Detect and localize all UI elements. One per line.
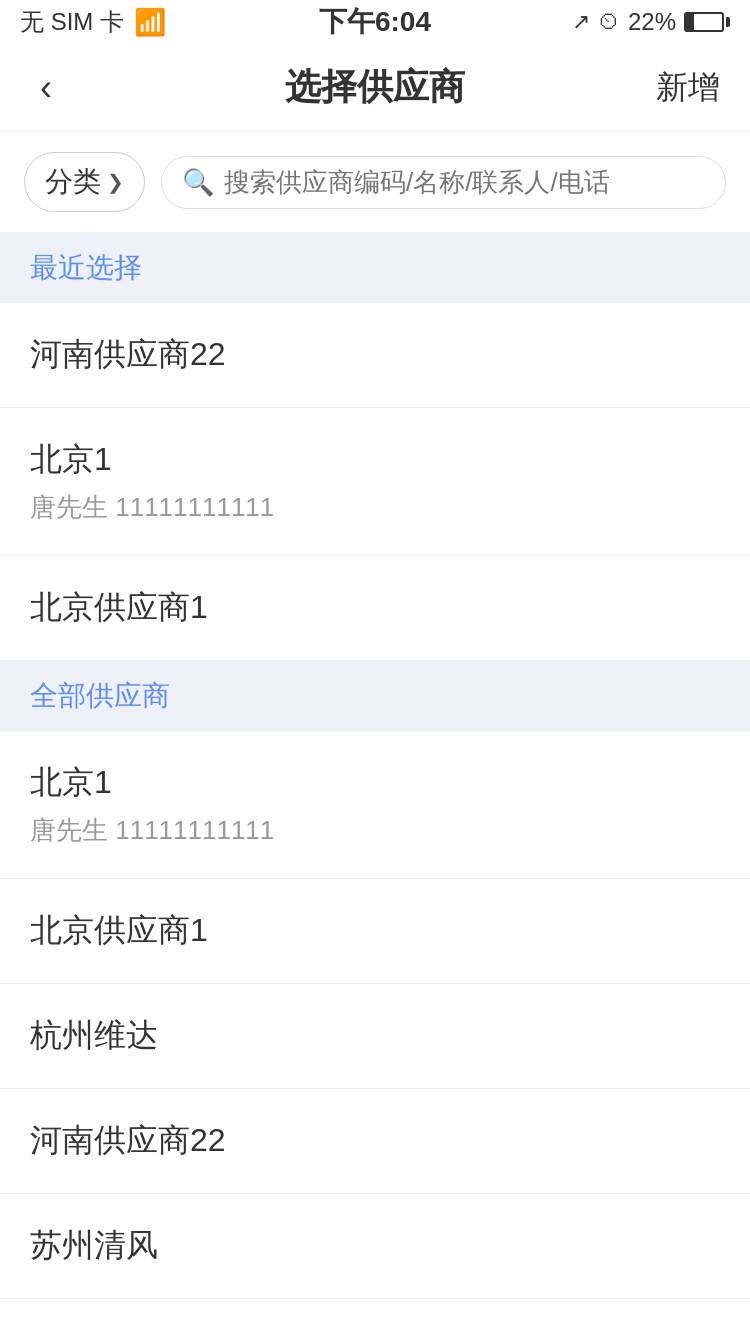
page-title: 选择供应商 bbox=[285, 63, 465, 112]
all-items-list: 北京1 唐先生 11111111111 北京供应商1 杭州维达 河南供应商22 … bbox=[0, 731, 750, 1299]
all-list-item[interactable]: 苏州清风 bbox=[0, 1194, 750, 1299]
recent-section-header: 最近选择 bbox=[0, 233, 750, 303]
battery-icon bbox=[684, 12, 730, 32]
item-name: 苏州清风 bbox=[30, 1224, 720, 1268]
all-section-label: 全部供应商 bbox=[30, 680, 170, 711]
battery-percent: 22% bbox=[628, 8, 676, 36]
chevron-right-icon: ❯ bbox=[107, 170, 124, 194]
item-name: 河南供应商22 bbox=[30, 1119, 720, 1163]
add-button[interactable]: 新增 bbox=[656, 66, 720, 110]
all-list-item[interactable]: 杭州维达 bbox=[0, 984, 750, 1089]
status-left: 无 SIM 卡 📶 bbox=[20, 6, 166, 38]
item-sub: 唐先生 11111111111 bbox=[30, 490, 720, 525]
all-list-item[interactable]: 北京1 唐先生 11111111111 bbox=[0, 731, 750, 879]
search-icon: 🔍 bbox=[182, 167, 214, 198]
item-name: 北京供应商1 bbox=[30, 586, 720, 630]
status-right: ↗ ⏲ 22% bbox=[572, 8, 730, 36]
recent-list-item[interactable]: 河南供应商22 bbox=[0, 303, 750, 408]
all-list-item[interactable]: 北京供应商1 bbox=[0, 879, 750, 984]
back-button[interactable]: ‹ bbox=[30, 57, 62, 119]
item-name: 杭州维达 bbox=[30, 1014, 720, 1058]
status-bar: 无 SIM 卡 📶 下午6:04 ↗ ⏲ 22% bbox=[0, 0, 750, 44]
item-name: 北京1 bbox=[30, 438, 720, 482]
all-section-header: 全部供应商 bbox=[0, 661, 750, 731]
sim-label: 无 SIM 卡 bbox=[20, 6, 124, 38]
search-input[interactable] bbox=[224, 167, 705, 198]
item-name: 北京1 bbox=[30, 761, 720, 805]
item-sub: 唐先生 11111111111 bbox=[30, 813, 720, 848]
item-name: 河南供应商22 bbox=[30, 333, 720, 377]
item-name: 北京供应商1 bbox=[30, 909, 720, 953]
recent-list-item[interactable]: 北京1 唐先生 11111111111 bbox=[0, 408, 750, 556]
nav-bar: ‹ 选择供应商 新增 bbox=[0, 44, 750, 132]
status-time: 下午6:04 bbox=[319, 3, 431, 41]
category-button[interactable]: 分类 ❯ bbox=[24, 152, 145, 212]
recent-section-label: 最近选择 bbox=[30, 252, 142, 283]
alarm-icon: ⏲ bbox=[598, 9, 620, 35]
location-icon: ↗ bbox=[572, 9, 590, 35]
recent-items-list: 河南供应商22 北京1 唐先生 11111111111 北京供应商1 bbox=[0, 303, 750, 661]
wifi-icon: 📶 bbox=[134, 7, 166, 38]
category-label: 分类 bbox=[45, 163, 101, 201]
all-list-item[interactable]: 河南供应商22 bbox=[0, 1089, 750, 1194]
filter-bar: 分类 ❯ 🔍 bbox=[0, 132, 750, 233]
recent-list-item[interactable]: 北京供应商1 bbox=[0, 556, 750, 661]
search-box[interactable]: 🔍 bbox=[161, 156, 726, 209]
